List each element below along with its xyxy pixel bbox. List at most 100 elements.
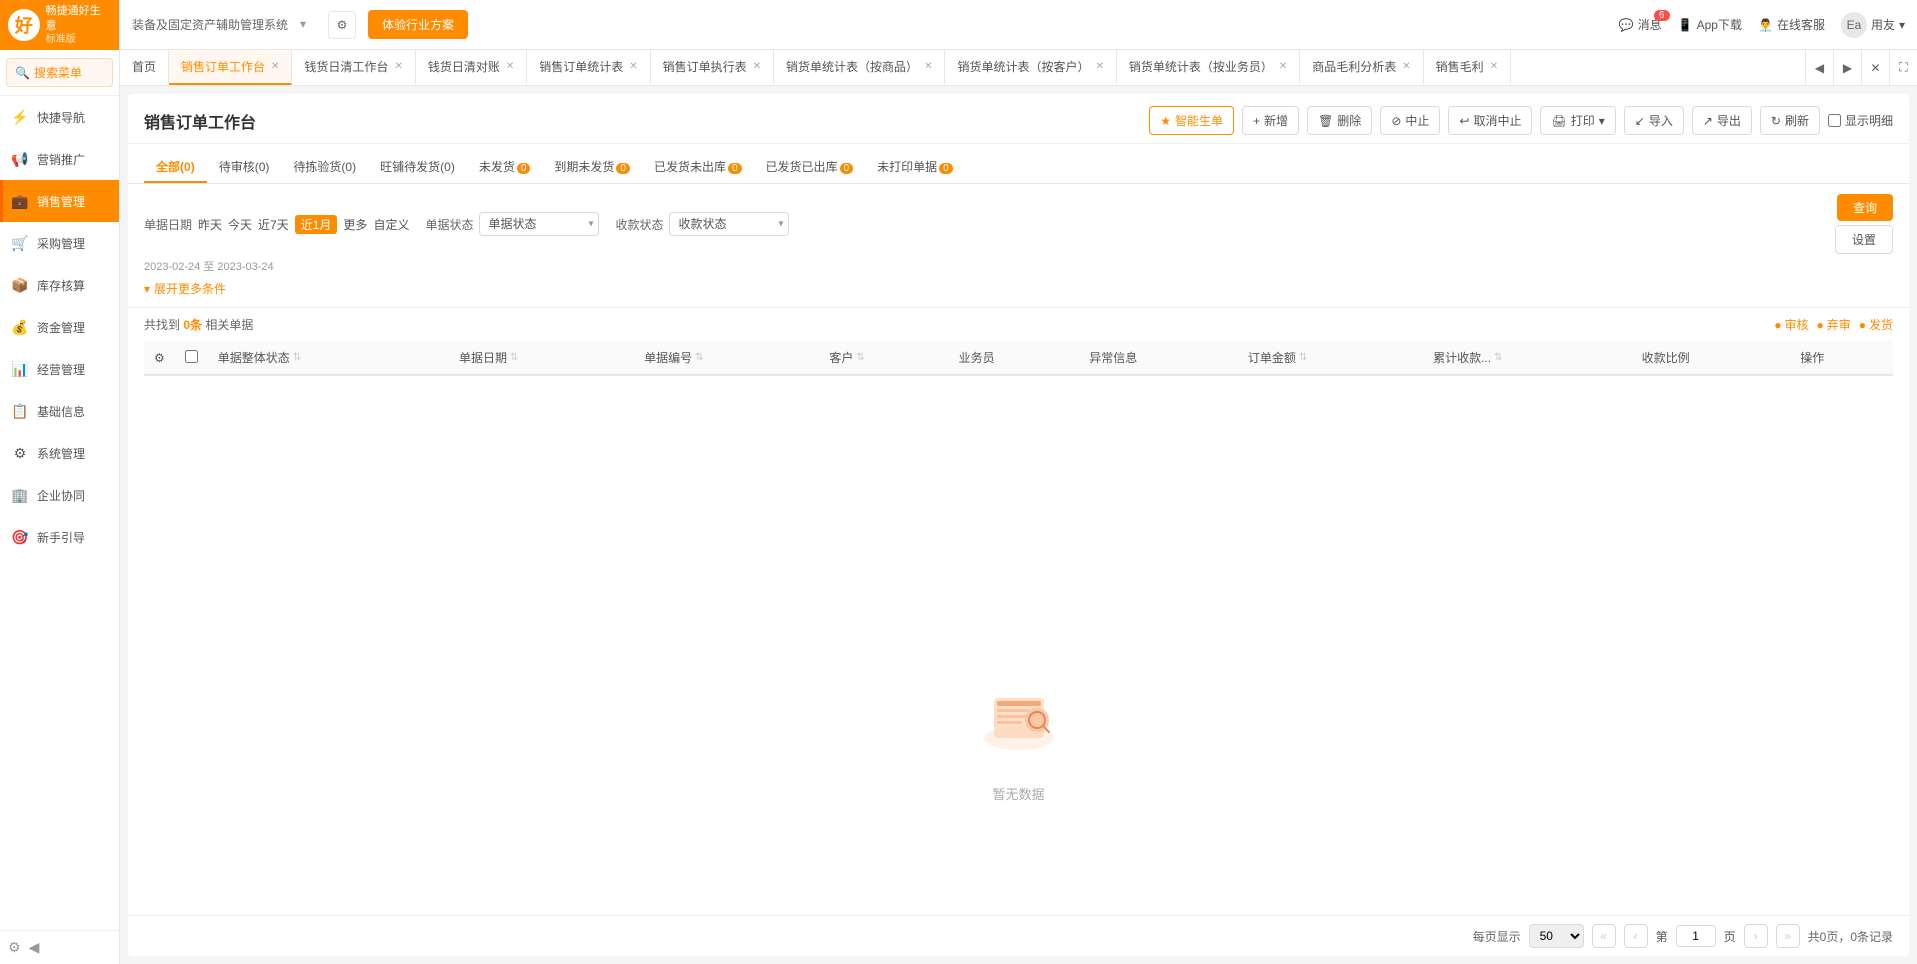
next-page-button[interactable]: › — [1744, 924, 1768, 948]
tab-close-sale-stats-product[interactable]: ✕ — [924, 61, 932, 72]
subtab-shipped-not-out[interactable]: 已发货未出库0 — [642, 152, 754, 183]
tabbar-scroll-right[interactable]: ▶ — [1833, 50, 1861, 86]
add-button[interactable]: + 新增 — [1242, 106, 1299, 135]
tab-sale-stats-staff[interactable]: 销货单统计表（按业务员） ✕ — [1117, 50, 1300, 85]
tabbar-scroll-left[interactable]: ◀ — [1805, 50, 1833, 86]
cancel-stop-button[interactable]: ↩ 取消中止 — [1448, 106, 1532, 135]
sort-amount[interactable]: 订单金额 ⇅ — [1248, 349, 1413, 366]
sidebar-item-guide[interactable]: 🎯 新手引导 — [0, 516, 119, 558]
sidebar-item-sales[interactable]: 💼 销售管理 — [0, 180, 119, 222]
sidebar-settings-button[interactable]: ⚙ — [8, 939, 21, 956]
sort-cumulative[interactable]: 累计收款... ⇅ — [1433, 349, 1622, 366]
ship-button[interactable]: ● 发货 — [1859, 316, 1893, 333]
last-page-button[interactable]: » — [1776, 924, 1800, 948]
review-button[interactable]: ● 审核 — [1774, 316, 1808, 333]
online-service-button[interactable]: 👨‍💼 在线客服 — [1758, 16, 1825, 33]
sidebar-item-operations[interactable]: 📊 经营管理 — [0, 348, 119, 390]
tab-close-sales-stats[interactable]: ✕ — [629, 61, 637, 72]
tab-close-gross-margin[interactable]: ✕ — [1402, 61, 1410, 72]
sidebar-item-inventory[interactable]: 📦 库存核算 — [0, 264, 119, 306]
tab-close-sales-profit[interactable]: ✕ — [1490, 61, 1498, 72]
show-detail-checkbox-label[interactable]: 显示明细 — [1828, 112, 1893, 129]
sidebar-item-basic-info[interactable]: 📋 基础信息 — [0, 390, 119, 432]
page-number-input[interactable] — [1676, 925, 1716, 947]
tab-sales-exec[interactable]: 销售订单执行表 ✕ — [651, 50, 774, 85]
sort-customer[interactable]: 客户 ⇅ — [829, 349, 938, 366]
sidebar-item-enterprise[interactable]: 🏢 企业协同 — [0, 474, 119, 516]
sidebar-item-purchase[interactable]: 🛒 采购管理 — [0, 222, 119, 264]
payment-select[interactable]: 收款状态 — [669, 212, 789, 236]
sort-number[interactable]: 单据编号 ⇅ — [644, 349, 809, 366]
app-download-button[interactable]: 📱 App下载 — [1678, 16, 1742, 33]
tab-home[interactable]: 首页 — [120, 50, 169, 85]
subtab-shipped-out[interactable]: 已发货已出库0 — [754, 152, 866, 183]
date-1month[interactable]: 近1月 — [295, 215, 338, 234]
stop-button[interactable]: ⊘ 中止 — [1380, 106, 1440, 135]
page-size-select[interactable]: 50 20 100 200 — [1529, 924, 1584, 948]
prev-page-button[interactable]: ‹ — [1624, 924, 1648, 948]
subtab-overdue-not-shipped[interactable]: 到期未发货0 — [542, 152, 642, 183]
tab-close-sales-exec[interactable]: ✕ — [753, 61, 761, 72]
table-scroll[interactable]: ⚙ 单据整体状态 ⇅ — [144, 341, 1893, 376]
date-7days[interactable]: 近7天 — [258, 216, 289, 233]
summary-text: 共找到 0条 相关单据 — [144, 316, 253, 333]
tab-cash-daily[interactable]: 钱货日清工作台 ✕ — [292, 50, 415, 85]
sidebar-collapse-button[interactable]: ◀ — [29, 939, 40, 956]
user-menu-button[interactable]: Ea 用友 ▾ — [1841, 12, 1905, 38]
sort-date-icon: ⇅ — [510, 352, 518, 363]
select-all-checkbox[interactable] — [185, 350, 198, 363]
date-more[interactable]: 更多 — [343, 216, 367, 233]
sidebar-item-finance[interactable]: 💰 资金管理 — [0, 306, 119, 348]
tab-sale-stats-product[interactable]: 销货单统计表（按商品） ✕ — [774, 50, 945, 85]
industry-solution-button[interactable]: 体验行业方案 — [368, 10, 468, 39]
sort-status[interactable]: 单据整体状态 ⇅ — [218, 349, 439, 366]
smart-generate-button[interactable]: ★ 智能生单 — [1149, 106, 1234, 135]
delete-button[interactable]: 🗑 删除 — [1307, 106, 1372, 135]
tab-sale-stats-customer[interactable]: 销货单统计表（按客户） ✕ — [945, 50, 1116, 85]
expand-filter-button[interactable]: ▾ 展开更多条件 — [144, 280, 1893, 297]
subtab-pending-check[interactable]: 待拣验货(0) — [281, 152, 368, 183]
search-menu-button[interactable]: 🔍 搜索菜单 — [6, 58, 113, 87]
print-button[interactable]: 🖨 打印 ▾ — [1540, 106, 1615, 135]
message-icon: 💬 — [1619, 18, 1634, 32]
first-page-button[interactable]: « — [1592, 924, 1616, 948]
tabbar: 首页 销售订单工作台 ✕ 钱货日清工作台 ✕ 钱货日清对账 ✕ 销售订单统计表 … — [120, 50, 1917, 86]
status-select[interactable]: 单据状态 — [479, 212, 599, 236]
tab-close-cash-daily[interactable]: ✕ — [394, 61, 402, 72]
date-today[interactable]: 今天 — [228, 216, 252, 233]
sidebar-item-quick-nav[interactable]: ⚡ 快捷导航 — [0, 96, 119, 138]
tab-cash-reconcile[interactable]: 钱货日清对账 ✕ — [416, 50, 527, 85]
abandon-review-button[interactable]: ● 弃审 — [1816, 316, 1850, 333]
system-title-dropdown[interactable]: ▾ — [300, 17, 316, 33]
query-button[interactable]: 查询 — [1837, 194, 1893, 221]
subtab-all[interactable]: 全部(0) — [144, 152, 207, 183]
sidebar-item-system[interactable]: ⚙ 系统管理 — [0, 432, 119, 474]
subtab-not-printed[interactable]: 未打印单据0 — [865, 152, 965, 183]
tabbar-fullscreen[interactable]: ⛶ — [1889, 50, 1917, 86]
topbar-settings-button[interactable]: ⚙ — [328, 11, 356, 39]
subtab-wangpu-pending[interactable]: 旺铺待发货(0) — [368, 152, 467, 183]
tab-sales-stats[interactable]: 销售订单统计表 ✕ — [527, 50, 650, 85]
refresh-button[interactable]: ↻ 刷新 — [1760, 106, 1820, 135]
show-detail-checkbox[interactable] — [1828, 114, 1841, 127]
import-button[interactable]: ↙ 导入 — [1624, 106, 1684, 135]
tab-close-sales-workbench[interactable]: ✕ — [271, 61, 279, 72]
tab-close-cash-reconcile[interactable]: ✕ — [506, 61, 514, 72]
shipped-not-out-badge: 0 — [728, 163, 742, 174]
tab-sales-workbench[interactable]: 销售订单工作台 ✕ — [169, 50, 292, 85]
filter-settings-button[interactable]: 设置 — [1835, 225, 1893, 254]
date-yesterday[interactable]: 昨天 — [198, 216, 222, 233]
tab-sales-profit[interactable]: 销售毛利 ✕ — [1424, 50, 1511, 85]
basic-info-icon: 📋 — [11, 402, 29, 420]
sort-date[interactable]: 单据日期 ⇅ — [459, 349, 624, 366]
export-button[interactable]: ↗ 导出 — [1692, 106, 1752, 135]
tab-close-sale-stats-customer[interactable]: ✕ — [1095, 61, 1103, 72]
tab-close-sale-stats-staff[interactable]: ✕ — [1279, 61, 1287, 72]
tabbar-close-all[interactable]: ✕ — [1861, 50, 1889, 86]
message-button[interactable]: 💬 消息 6 — [1619, 16, 1662, 33]
subtab-pending-review[interactable]: 待审核(0) — [207, 152, 282, 183]
date-custom[interactable]: 自定义 — [373, 216, 409, 233]
subtab-not-shipped[interactable]: 未发货0 — [467, 152, 543, 183]
sidebar-item-marketing[interactable]: 📢 营销推广 — [0, 138, 119, 180]
tab-gross-margin[interactable]: 商品毛利分析表 ✕ — [1300, 50, 1423, 85]
